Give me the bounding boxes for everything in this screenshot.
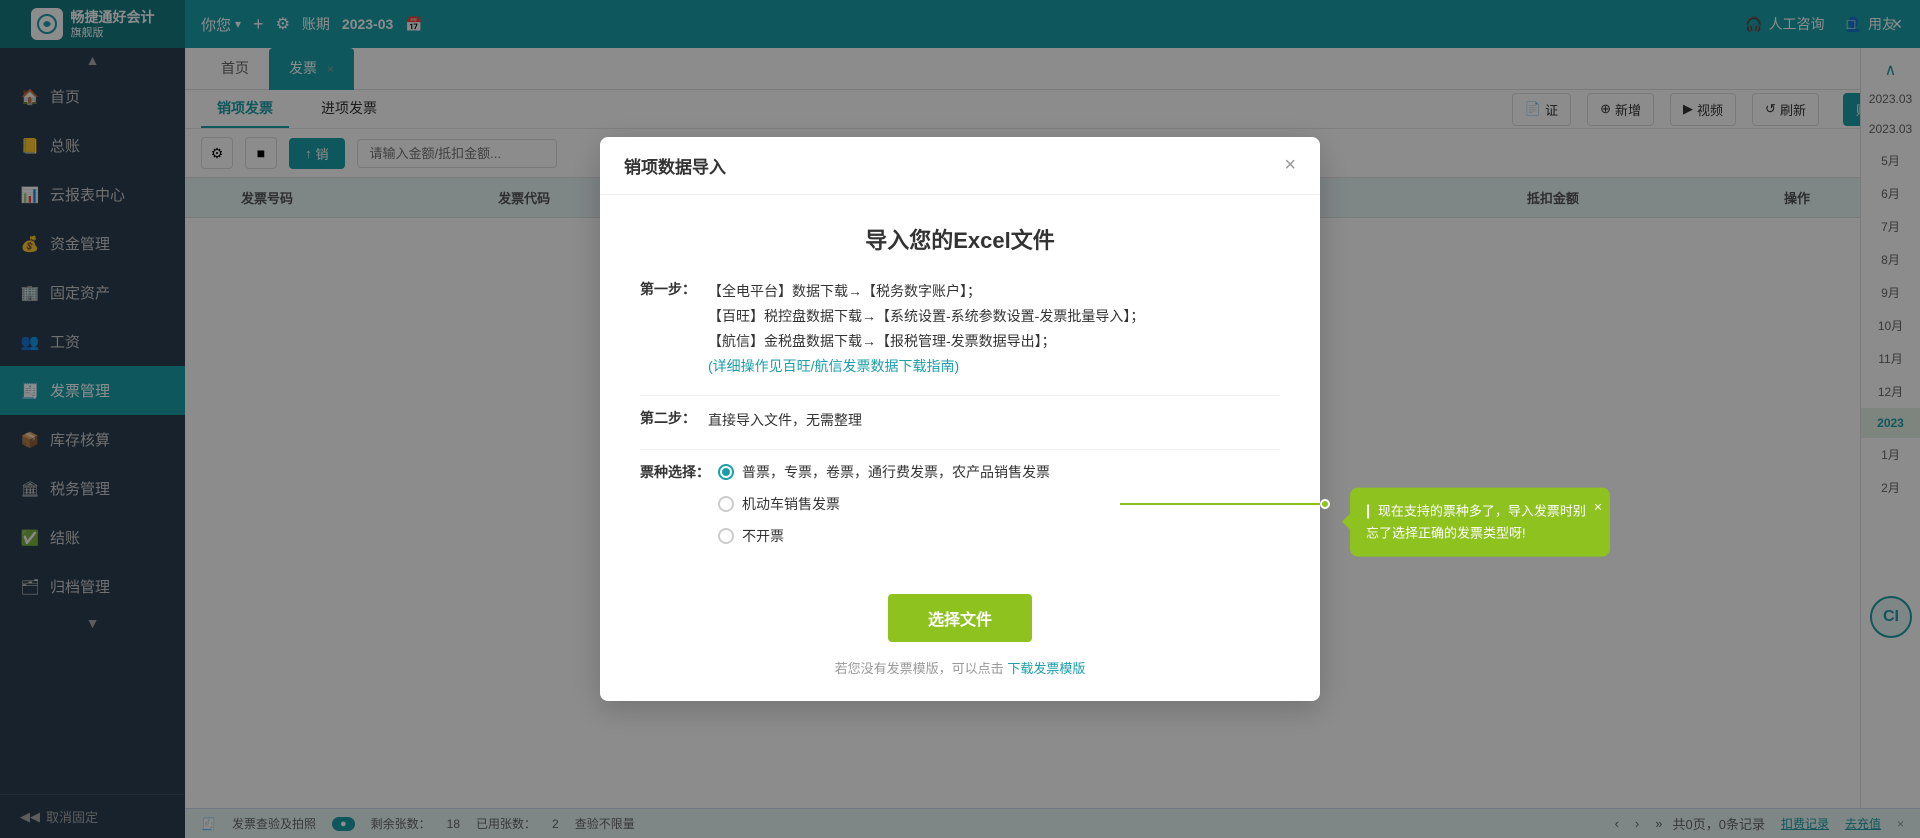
radio1-row[interactable]: 普票，专票，卷票，通行费发票，农产品销售发票 <box>718 462 1050 482</box>
modal-dialog: 销项数据导入 × 导入您的Excel文件 第一步： 【全电平台】数据下载→【税务… <box>600 137 1320 702</box>
tooltip-text: 现在支持的票种多了，导入发票时别忘了选择正确的发票类型呀! <box>1366 503 1586 540</box>
step1-line3: 【航信】金税盘数据下载→【报税管理-发票数据导出】； <box>708 329 1144 354</box>
step1-line1: 【全电平台】数据下载→【税务数字账户】； <box>708 279 1144 304</box>
step2-row: 第二步： 直接导入文件，无需整理 <box>640 408 1280 433</box>
radio3-circle[interactable] <box>718 528 734 544</box>
radio3-row[interactable]: 不开票 <box>718 526 1050 546</box>
ticket-label: 票种选择： <box>640 462 710 570</box>
ticket-row: 票种选择： 普票，专票，卷票，通行费发票，农产品销售发票 机动车销售发票 <box>640 462 1280 570</box>
step1-content: 【全电平台】数据下载→【税务数字账户】； 【百旺】税控盘数据下载→【系统设置-系… <box>708 279 1144 380</box>
step1-row: 第一步： 【全电平台】数据下载→【税务数字账户】； 【百旺】税控盘数据下载→【系… <box>640 279 1280 380</box>
radio3-label: 不开票 <box>742 526 784 546</box>
tooltip-bubble: × | 现在支持的票种多了，导入发票时别忘了选择正确的发票类型呀! <box>1350 487 1610 556</box>
select-file-area: 选择文件 <box>640 594 1280 642</box>
radio1-circle[interactable] <box>718 464 734 480</box>
divider2 <box>640 449 1280 450</box>
modal-body: 导入您的Excel文件 第一步： 【全电平台】数据下载→【税务数字账户】； 【百… <box>600 195 1320 702</box>
modal-footer: 若您没有发票模版，可以点击 下载发票模版 <box>640 658 1280 677</box>
radio2-row[interactable]: 机动车销售发票 <box>718 494 1050 514</box>
step1-link[interactable]: (详细操作见百旺/航信发票数据下载指南) <box>708 358 959 374</box>
step1-label: 第一步： <box>640 279 700 380</box>
radio1-dot <box>722 468 730 476</box>
download-template-link[interactable]: 下载发票模版 <box>1007 661 1085 676</box>
footer-text: 若您没有发票模版，可以点击 <box>835 661 1004 676</box>
step2-content: 直接导入文件，无需整理 <box>708 408 862 433</box>
modal-overlay: 销项数据导入 × 导入您的Excel文件 第一步： 【全电平台】数据下载→【税务… <box>0 0 1920 838</box>
radio2-circle[interactable] <box>718 496 734 512</box>
step1-line2: 【百旺】税控盘数据下载→【系统设置-系统参数设置-发票批量导入】； <box>708 304 1144 329</box>
modal-header: 销项数据导入 × <box>600 137 1320 195</box>
select-file-btn[interactable]: 选择文件 <box>888 594 1032 642</box>
tooltip-close-btn[interactable]: × <box>1594 495 1602 517</box>
modal-subtitle: 导入您的Excel文件 <box>640 223 1280 255</box>
divider1 <box>640 395 1280 396</box>
step2-label: 第二步： <box>640 408 700 433</box>
radio-group: 普票，专票，卷票，通行费发票，农产品销售发票 机动车销售发票 <box>718 462 1050 558</box>
modal-close-btn[interactable]: × <box>1284 155 1296 175</box>
radio2-label: 机动车销售发票 <box>742 494 840 514</box>
radio1-label: 普票，专票，卷票，通行费发票，农产品销售发票 <box>742 462 1050 482</box>
modal-title: 销项数据导入 <box>624 153 726 178</box>
